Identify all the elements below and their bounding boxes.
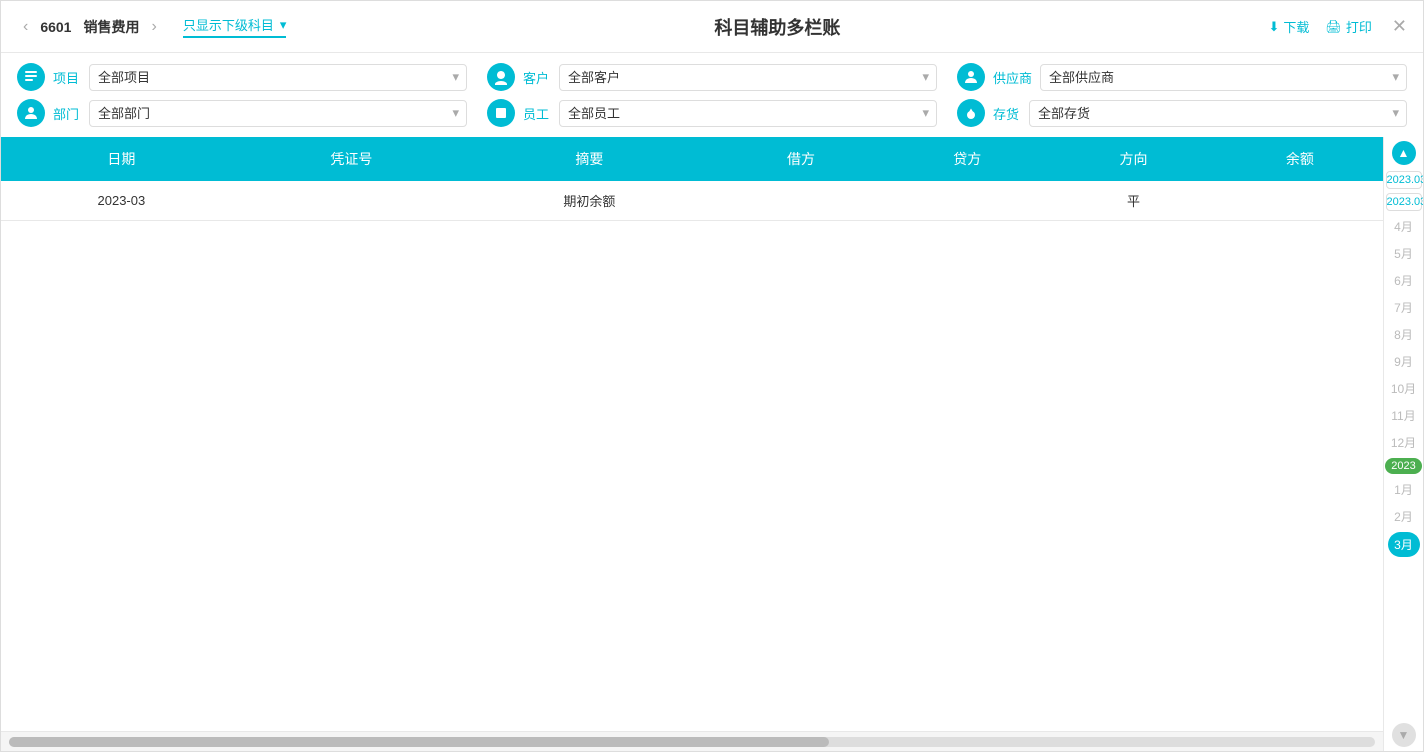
download-btn[interactable]: ⬇ 下载	[1268, 17, 1309, 36]
col-balance: 余额	[1217, 137, 1383, 181]
customer-icon	[487, 63, 515, 91]
department-label: 部门	[53, 104, 81, 123]
timeline-month-item[interactable]: 6月	[1384, 267, 1423, 294]
col-date: 日期	[1, 137, 242, 181]
supplier-label: 供应商	[993, 68, 1032, 87]
supplier-select[interactable]: 全部供应商	[1040, 64, 1407, 91]
cell-summary: 期初余额	[461, 181, 718, 221]
cell-direction: 平	[1050, 181, 1216, 221]
timeline-scroll-down[interactable]: ▼	[1392, 723, 1416, 747]
page-title: 科目辅助多栏账	[286, 14, 1268, 40]
department-select[interactable]: 全部部门	[89, 100, 467, 127]
cell-date: 2023-03	[1, 181, 242, 221]
timeline-panel: ▲ 2023.032023.034月5月6月7月8月9月10月11月12月202…	[1383, 137, 1423, 751]
col-direction: 方向	[1050, 137, 1216, 181]
download-label: 下载	[1283, 17, 1309, 36]
action-buttons: ⬇ 下载 🖨 打印	[1268, 17, 1371, 36]
print-btn[interactable]: 🖨 打印	[1325, 17, 1372, 36]
employee-icon	[487, 99, 515, 127]
filter-project: 项目 全部项目	[17, 63, 467, 91]
print-label: 打印	[1346, 17, 1372, 36]
timeline-month-item[interactable]: 5月	[1384, 240, 1423, 267]
account-name: 销售费用	[83, 17, 139, 37]
timeline-month-item[interactable]: 4月	[1384, 213, 1423, 240]
employee-select-wrapper: 全部员工	[559, 100, 937, 127]
timeline-month-item[interactable]: 8月	[1384, 321, 1423, 348]
inventory-label: 存货	[993, 104, 1021, 123]
table-header-row: 日期 凭证号 摘要 借方 贷方 方向 余额	[1, 137, 1383, 181]
col-debit: 借方	[718, 137, 884, 181]
close-btn[interactable]: ✕	[1392, 16, 1407, 37]
inventory-icon	[957, 99, 985, 127]
timeline-month-item[interactable]: 11月	[1384, 402, 1423, 429]
customer-select[interactable]: 全部客户	[559, 64, 937, 91]
account-code: 6601	[40, 19, 71, 35]
show-sub-label: 只显示下级科目	[183, 15, 274, 34]
timeline-group-item[interactable]: 2023.03	[1386, 171, 1422, 189]
col-voucher: 凭证号	[242, 137, 461, 181]
filter-supplier: 供应商 全部供应商	[957, 63, 1407, 91]
customer-select-wrapper: 全部客户	[559, 64, 937, 91]
filter-department: 部门 全部部门	[17, 99, 467, 127]
title-bar: ‹ 6601 销售费用 › 只显示下级科目 ▾ 科目辅助多栏账 ⬇ 下载 🖨 打…	[1, 1, 1423, 53]
cell-voucher	[242, 181, 461, 221]
cell-debit	[718, 181, 884, 221]
timeline-scroll-up[interactable]: ▲	[1392, 141, 1416, 165]
timeline-month-item[interactable]: 2023	[1385, 458, 1421, 474]
project-select-wrapper: 全部项目	[89, 64, 467, 91]
department-select-wrapper: 全部部门	[89, 100, 467, 127]
table-row: 2023-03 期初余额 平	[1, 181, 1383, 221]
project-label: 项目	[53, 68, 81, 87]
customer-label: 客户	[523, 68, 551, 87]
nav-prev-btn[interactable]: ‹	[17, 14, 34, 40]
timeline-month-item[interactable]: 10月	[1384, 375, 1423, 402]
col-credit: 贷方	[884, 137, 1050, 181]
employee-select[interactable]: 全部员工	[559, 100, 937, 127]
cell-credit	[884, 181, 1050, 221]
nav-next-btn[interactable]: ›	[145, 14, 162, 40]
supplier-icon	[957, 63, 985, 91]
timeline-month-item[interactable]: 12月	[1384, 429, 1423, 456]
employee-label: 员工	[523, 104, 551, 123]
project-select[interactable]: 全部项目	[89, 64, 467, 91]
ledger-table: 日期 凭证号 摘要 借方 贷方 方向 余额 2023-03 期初余额 平	[1, 137, 1383, 221]
filter-customer: 客户 全部客户	[487, 63, 937, 91]
show-sub-toggle[interactable]: 只显示下级科目 ▾	[183, 15, 287, 38]
timeline-group-item[interactable]: 2023.03	[1386, 193, 1422, 211]
download-icon: ⬇	[1268, 19, 1279, 35]
timeline-items: 2023.03 2023.03 4月5月6月7月8月9月10月11月12月 2023 1…	[1384, 169, 1423, 719]
timeline-month-item[interactable]: 9月	[1384, 348, 1423, 375]
col-summary: 摘要	[461, 137, 718, 181]
timeline-month-item[interactable]: 7月	[1384, 294, 1423, 321]
department-icon	[17, 99, 45, 127]
horizontal-scrollbar[interactable]	[1, 731, 1383, 751]
project-icon	[17, 63, 45, 91]
supplier-select-wrapper: 全部供应商	[1040, 64, 1407, 91]
timeline-month-item[interactable]: 1月	[1384, 476, 1423, 503]
filter-employee: 员工 全部员工	[487, 99, 937, 127]
print-icon: 🖨	[1325, 19, 1342, 35]
filter-inventory: 存货 全部存货	[957, 99, 1407, 127]
filter-panel: 项目 全部项目 客户 全部客户 供应商	[1, 53, 1423, 137]
inventory-select-wrapper: 全部存货	[1029, 100, 1407, 127]
timeline-month-item[interactable]: 3月	[1388, 532, 1420, 557]
cell-balance	[1217, 181, 1383, 221]
main-window: ‹ 6601 销售费用 › 只显示下级科目 ▾ 科目辅助多栏账 ⬇ 下载 🖨 打…	[0, 0, 1424, 752]
inventory-select[interactable]: 全部存货	[1029, 100, 1407, 127]
timeline-month-item[interactable]: 2月	[1384, 503, 1423, 530]
table-wrapper: 日期 凭证号 摘要 借方 贷方 方向 余额 2023-03 期初余额 平	[1, 137, 1383, 731]
